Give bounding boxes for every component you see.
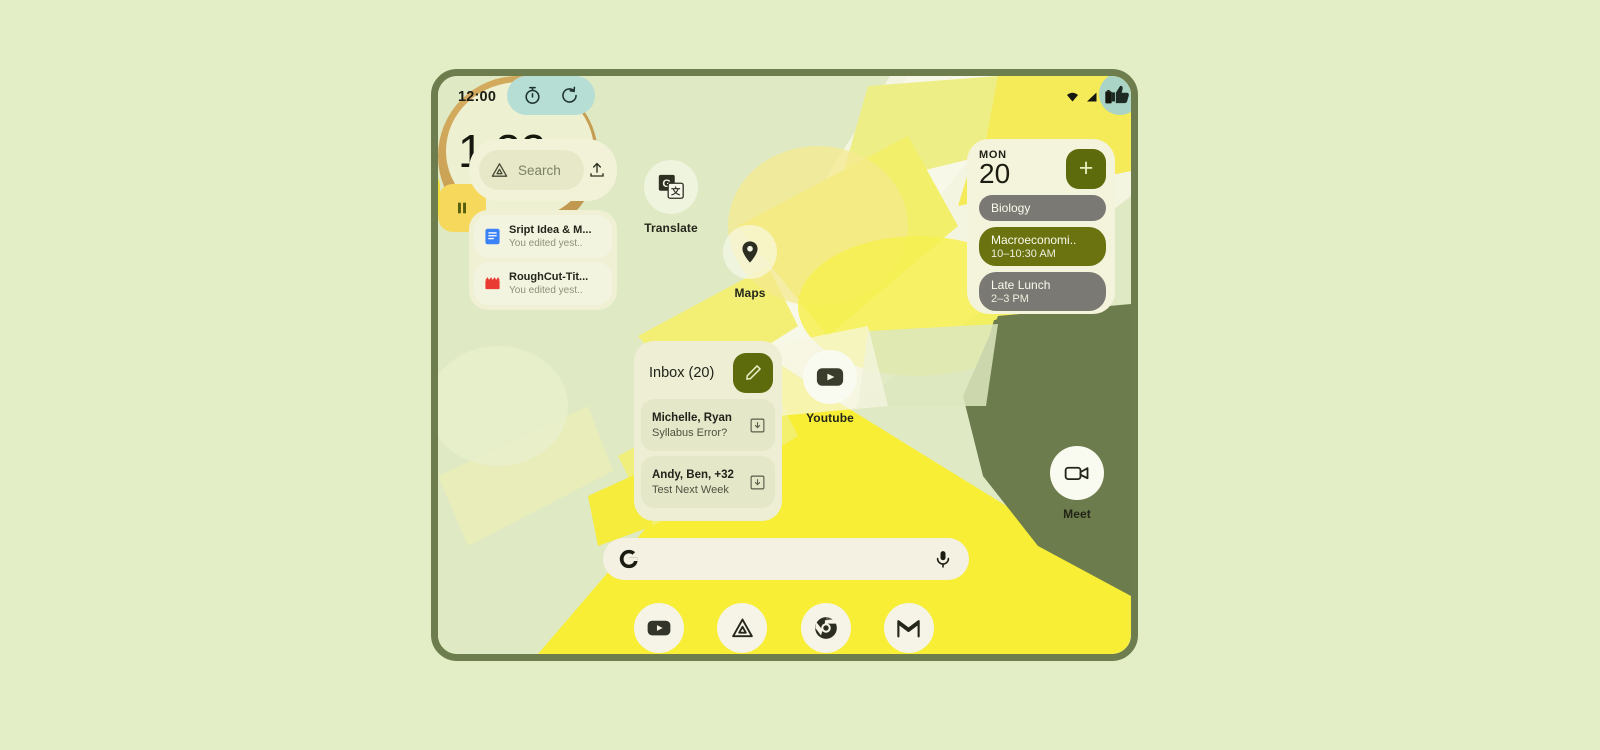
- calendar-day-number: 20: [979, 158, 1011, 189]
- file-subtitle: You edited yest..: [509, 238, 583, 249]
- microphone-icon[interactable]: [933, 549, 953, 569]
- calendar-event-title: Late Lunch: [991, 278, 1051, 292]
- dock-item-chrome[interactable]: [800, 603, 851, 653]
- chrome-icon: [813, 615, 839, 641]
- calendar-date: MON 20: [979, 149, 1010, 188]
- calendar-event[interactable]: Biology: [979, 195, 1106, 221]
- app-dock: [634, 600, 934, 654]
- list-item[interactable]: Michelle, Ryan Syllabus Error?: [641, 399, 775, 451]
- calendar-event[interactable]: Macroeconomi.. 10–10:30 AM: [979, 227, 1106, 266]
- app-label: Translate: [644, 221, 698, 235]
- archive-icon[interactable]: [749, 417, 766, 434]
- drive-search-input[interactable]: Search: [479, 150, 584, 190]
- pause-icon: [454, 200, 470, 216]
- youtube-icon: [816, 363, 844, 391]
- app-shortcut-meet[interactable]: Meet: [1040, 446, 1114, 521]
- app-icon-background: [803, 350, 857, 404]
- status-bar: 12:00: [438, 76, 1131, 118]
- calendar-header: MON 20 +: [979, 149, 1106, 189]
- drive-icon: [730, 616, 755, 641]
- youtube-icon: [646, 615, 672, 641]
- google-g-icon: [618, 548, 640, 570]
- calendar-widget: MON 20 + Biology Macroeconomi.. 10–10:30…: [967, 139, 1115, 314]
- battery-icon: [1104, 90, 1113, 104]
- drive-icon: [490, 161, 509, 180]
- page-root: 12:00 Search Sript Idea & M... You edite…: [0, 0, 1600, 750]
- app-label: Maps: [734, 286, 766, 300]
- app-shortcut-maps[interactable]: Maps: [713, 225, 787, 300]
- gmail-header: Inbox (20): [641, 348, 775, 394]
- drive-search-widget[interactable]: Search: [469, 139, 617, 201]
- pencil-icon: [744, 363, 763, 382]
- gmail-icon: [895, 615, 922, 642]
- app-icon-background: [1050, 446, 1104, 500]
- app-shortcut-translate[interactable]: G 文 Translate: [634, 160, 708, 235]
- upload-icon[interactable]: [588, 161, 606, 179]
- app-label: Meet: [1063, 507, 1091, 521]
- mail-sender: Michelle, Ryan: [652, 411, 732, 424]
- inbox-title: Inbox (20): [649, 364, 715, 381]
- clapperboard-icon: [484, 275, 501, 292]
- add-event-button[interactable]: +: [1066, 149, 1106, 189]
- calendar-event-time: 2–3 PM: [991, 293, 1029, 305]
- device-frame: 12:00 Search Sript Idea & M... You edite…: [431, 69, 1138, 661]
- compose-button[interactable]: [733, 352, 773, 393]
- file-title: Sript Idea & M...: [509, 224, 592, 236]
- calendar-event-time: 10–10:30 AM: [991, 248, 1056, 260]
- archive-icon[interactable]: [749, 474, 766, 491]
- calendar-event[interactable]: Late Lunch 2–3 PM: [979, 272, 1106, 311]
- file-title: RoughCut-Tit...: [509, 271, 589, 283]
- app-shortcut-youtube[interactable]: Youtube: [793, 350, 867, 425]
- cell-signal-icon: [1085, 91, 1099, 103]
- drive-search-placeholder: Search: [518, 162, 561, 178]
- gmail-inbox-widget: Inbox (20) Michelle, Ryan Syllabus Error…: [634, 341, 782, 521]
- file-subtitle: You edited yest..: [509, 285, 583, 296]
- drive-files-widget: Sript Idea & M... You edited yest.. Roug…: [469, 210, 617, 310]
- calendar-event-title: Macroeconomi..: [991, 233, 1077, 247]
- dock-item-youtube[interactable]: [634, 603, 684, 653]
- google-translate-icon: G 文: [656, 172, 686, 202]
- google-docs-icon: [484, 228, 501, 245]
- dock-item-gmail[interactable]: [883, 603, 934, 653]
- list-item[interactable]: Andy, Ben, +32 Test Next Week: [641, 456, 775, 508]
- status-bar-time: 12:00: [458, 89, 497, 105]
- wifi-icon: [1065, 91, 1080, 103]
- status-bar-icons: [1065, 90, 1113, 104]
- map-pin-icon: [737, 239, 763, 265]
- app-icon-background: [723, 225, 777, 279]
- list-item[interactable]: Sript Idea & M... You edited yest..: [474, 215, 612, 258]
- svg-text:文: 文: [670, 186, 681, 197]
- google-search-bar[interactable]: [603, 538, 969, 580]
- app-label: Youtube: [806, 411, 854, 425]
- dock-item-drive[interactable]: [717, 603, 768, 653]
- list-item[interactable]: RoughCut-Tit... You edited yest..: [474, 262, 612, 305]
- mail-subject: Test Next Week: [652, 483, 729, 496]
- app-icon-background: G 文: [644, 160, 698, 214]
- mail-subject: Syllabus Error?: [652, 426, 728, 439]
- video-camera-icon: [1063, 459, 1091, 487]
- mail-sender: Andy, Ben, +32: [652, 468, 734, 481]
- device-screen: 12:00 Search Sript Idea & M... You edite…: [438, 76, 1131, 654]
- calendar-event-title: Biology: [991, 201, 1031, 215]
